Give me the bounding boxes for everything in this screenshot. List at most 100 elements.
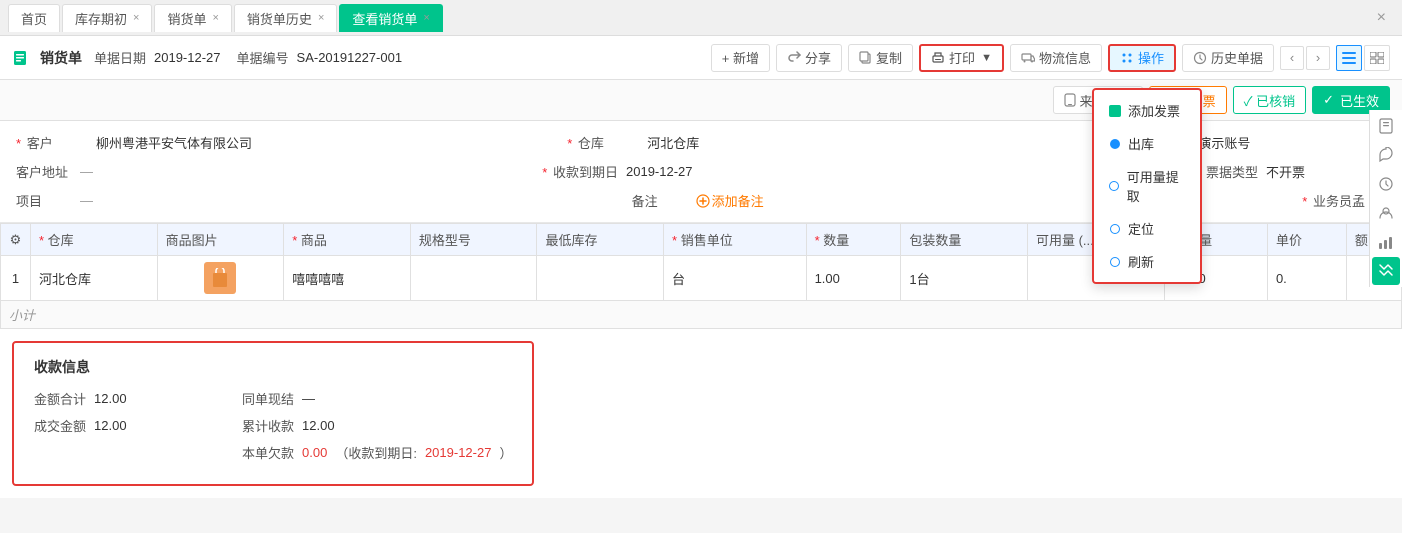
- tab-sales-history[interactable]: 销货单历史 ×: [234, 4, 337, 32]
- confirm-button[interactable]: ✓ 已核销: [1233, 86, 1307, 114]
- document-type: 销货单: [40, 48, 82, 68]
- customer-value: 柳州粤港平安气体有限公司: [96, 133, 252, 152]
- out-warehouse-icon: [1108, 137, 1122, 151]
- col-settings[interactable]: ⚙: [1, 224, 31, 256]
- col-pack-qty: 包装数量: [901, 224, 1028, 256]
- bottom-section: 收款信息 金额合计 12.00 同单现结 — 成交金额 12.00 累计收款: [0, 329, 1402, 498]
- col-warehouse: * 仓库: [31, 224, 158, 256]
- tab-sales-history-close[interactable]: ×: [318, 12, 324, 24]
- add-note-button[interactable]: 添加备注: [696, 191, 764, 210]
- sidebar-icon-1[interactable]: [1372, 112, 1400, 140]
- this-order-due-value: 0.00: [302, 445, 327, 460]
- sidebar-icon-5[interactable]: [1372, 228, 1400, 256]
- operations-button[interactable]: 操作: [1108, 44, 1176, 72]
- nav-arrows: ‹ ›: [1280, 46, 1330, 70]
- next-button[interactable]: ›: [1306, 46, 1330, 70]
- cell-warehouse: 河北仓库: [31, 256, 158, 301]
- out-warehouse-item[interactable]: 出库: [1094, 127, 1200, 160]
- due-date: 2019-12-27: [425, 445, 492, 460]
- payment-row-2: 成交金额 12.00 累计收款 12.00: [34, 416, 512, 435]
- col-price: 单价: [1267, 224, 1346, 256]
- col-spec: 规格型号: [410, 224, 537, 256]
- tab-bar: 首页 库存期初 × 销货单 × 销货单历史 × 查看销货单 × ×: [0, 0, 1402, 36]
- col-min-stock: 最低库存: [537, 224, 664, 256]
- dropdown-menu: 添加发票 出库 可用量提取 定位 刷新: [1092, 88, 1202, 284]
- add-invoice-icon: [1108, 104, 1122, 118]
- deal-amount-value: 12.00: [94, 418, 127, 433]
- field-group-2: * 仓库 河北仓库: [567, 133, 835, 152]
- document-meta: 单据日期 2019-12-27 单据编号 SA-20191227-001: [94, 48, 402, 67]
- total-amount: 金额合计 12.00: [34, 389, 194, 408]
- cell-min-stock: [537, 256, 664, 301]
- address-value: —: [80, 164, 93, 179]
- add-invoice-item[interactable]: 添加发票: [1094, 94, 1200, 127]
- cell-pack-qty: 1台: [901, 256, 1028, 301]
- available-pickup-item[interactable]: 可用量提取: [1094, 160, 1200, 212]
- cell-no: 1: [1, 256, 31, 301]
- field-group-1: * 客户 柳州粤港平安气体有限公司: [16, 133, 284, 152]
- sidebar-icon-2[interactable]: [1372, 141, 1400, 169]
- cell-product: 嘻嘻嘻嘻: [284, 256, 411, 301]
- total-amount-value: 12.00: [94, 391, 127, 406]
- ticket-type-value: 不开票: [1266, 162, 1386, 181]
- col-product-image: 商品图片: [157, 224, 284, 256]
- print-button[interactable]: 打印 ▼: [919, 44, 1004, 72]
- payment-info: 收款信息 金额合计 12.00 同单现结 — 成交金额 12.00 累计收款: [12, 341, 534, 486]
- new-button[interactable]: + 新增: [711, 44, 770, 72]
- tab-inventory[interactable]: 库存期初 ×: [62, 4, 152, 32]
- view-grid-button[interactable]: [1364, 45, 1390, 71]
- cell-price: 0.: [1267, 256, 1346, 301]
- tab-home[interactable]: 首页: [8, 4, 60, 32]
- warehouse-value: 河北仓库: [647, 133, 767, 152]
- document-icon: [12, 50, 28, 66]
- payment-title: 收款信息: [34, 357, 512, 377]
- payment-due-value: 2019-12-27: [626, 164, 746, 179]
- col-quantity: * 数量: [806, 224, 901, 256]
- view-list-button[interactable]: [1336, 45, 1362, 71]
- document-actions: + 新增 分享 复制 打印 ▼ 物流信息 操作: [711, 44, 1390, 72]
- print-dropdown-arrow[interactable]: ▼: [981, 52, 992, 64]
- tab-inventory-close[interactable]: ×: [133, 12, 139, 24]
- right-sidebar: [1369, 110, 1402, 287]
- copy-button[interactable]: 复制: [848, 44, 913, 72]
- same-order: 同单现结 —: [242, 389, 402, 408]
- subtotal-row: 小计: [1, 301, 1402, 329]
- col-product: * 商品: [284, 224, 411, 256]
- cell-unit: 台: [664, 256, 807, 301]
- cell-spec: [410, 256, 537, 301]
- tab-sales-close[interactable]: ×: [212, 12, 218, 24]
- prev-button[interactable]: ‹: [1280, 46, 1304, 70]
- this-order-due: 本单欠款 0.00 （收款到期日: 2019-12-27 ）: [242, 443, 512, 462]
- sidebar-icon-3[interactable]: [1372, 170, 1400, 198]
- staff-value: 演示账号: [1198, 133, 1318, 152]
- cumulative: 累计收款 12.00: [242, 416, 402, 435]
- tab-view-sales-close[interactable]: ×: [423, 12, 429, 24]
- view-toggle: [1336, 45, 1390, 71]
- locate-icon: [1108, 222, 1122, 236]
- cumulative-value: 12.00: [302, 418, 335, 433]
- tab-view-sales[interactable]: 查看销货单 ×: [339, 4, 442, 32]
- payment-row-1: 金额合计 12.00 同单现结 —: [34, 389, 512, 408]
- logistics-button[interactable]: 物流信息: [1010, 44, 1102, 72]
- cell-product-image: [157, 256, 284, 301]
- subtotal-label: 小计: [1, 301, 1402, 329]
- document-header: 销货单 单据日期 2019-12-27 单据编号 SA-20191227-001…: [0, 36, 1402, 80]
- locate-item[interactable]: 定位: [1094, 212, 1200, 245]
- cell-quantity: 1.00: [806, 256, 901, 301]
- payment-row-3: 本单欠款 0.00 （收款到期日: 2019-12-27 ）: [34, 443, 512, 462]
- deal-amount: 成交金额 12.00: [34, 416, 194, 435]
- refresh-item[interactable]: 刷新: [1094, 245, 1200, 278]
- sidebar-icon-6[interactable]: [1372, 257, 1400, 285]
- available-pickup-icon: [1108, 179, 1121, 193]
- project-value: —: [80, 193, 93, 208]
- window-close-button[interactable]: ×: [1369, 9, 1394, 27]
- col-unit: * 销售单位: [664, 224, 807, 256]
- share-button[interactable]: 分享: [776, 44, 842, 72]
- history-button[interactable]: 历史单据: [1182, 44, 1274, 72]
- tab-sales[interactable]: 销货单 ×: [154, 4, 231, 32]
- same-order-value: —: [302, 391, 315, 406]
- sidebar-icon-4[interactable]: [1372, 199, 1400, 227]
- refresh-icon: [1108, 255, 1122, 269]
- date-label: 单据日期 2019-12-27: [94, 48, 221, 67]
- number-label: 单据编号 SA-20191227-001: [237, 48, 403, 67]
